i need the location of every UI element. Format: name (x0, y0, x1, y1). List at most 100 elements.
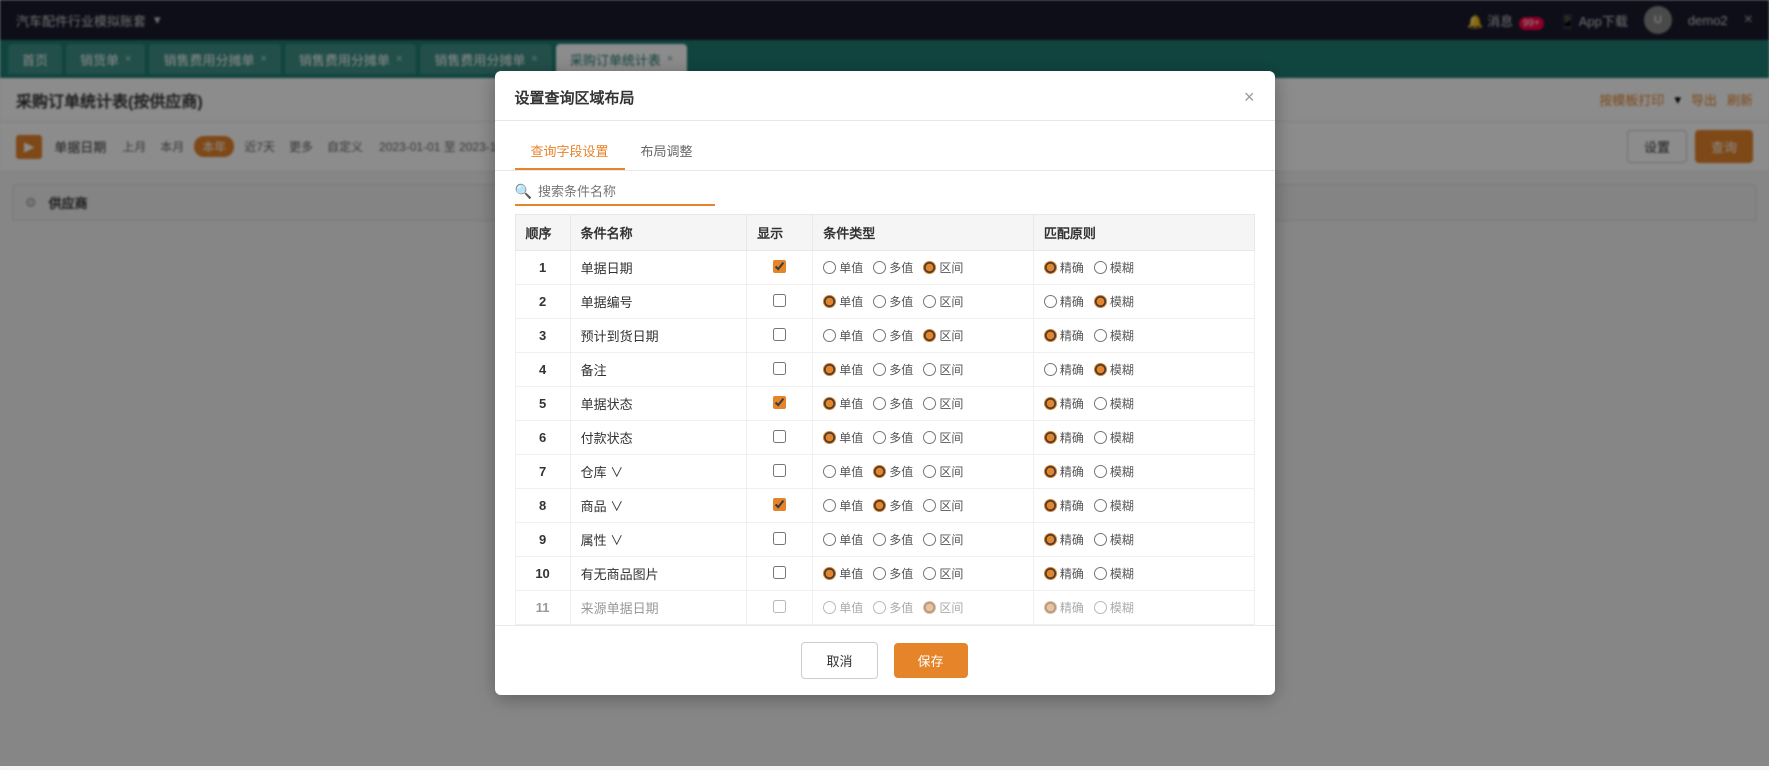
match-radio-group: 精确模糊 (1044, 361, 1244, 378)
radio-match-match_exact[interactable]: 精确 (1044, 531, 1084, 548)
display-checkbox[interactable] (773, 498, 786, 511)
radio-type-type_range[interactable]: 区间 (923, 531, 963, 548)
radio-type-type_multi[interactable]: 多值 (873, 429, 913, 446)
radio-type-type_multi[interactable]: 多值 (873, 293, 913, 310)
cell-match: 精确模糊 (1033, 557, 1254, 591)
save-button[interactable]: 保存 (894, 643, 968, 678)
radio-type-type_multi[interactable]: 多值 (873, 599, 913, 616)
cell-match: 精确模糊 (1033, 523, 1254, 557)
radio-type-type_range[interactable]: 区间 (923, 463, 963, 480)
radio-type-type_range[interactable]: 区间 (923, 599, 963, 616)
radio-type-type_range[interactable]: 区间 (923, 293, 963, 310)
dialog-close-button[interactable]: × (1244, 87, 1255, 108)
display-checkbox[interactable] (773, 294, 786, 307)
cell-type: 单值多值区间 (813, 421, 1034, 455)
cell-match: 精确模糊 (1033, 591, 1254, 625)
cell-order: 10 (515, 557, 570, 591)
display-checkbox[interactable] (773, 396, 786, 409)
cell-order: 6 (515, 421, 570, 455)
radio-type-type_single[interactable]: 单值 (823, 497, 863, 514)
radio-type-type_single[interactable]: 单值 (823, 327, 863, 344)
radio-match-match_exact[interactable]: 精确 (1044, 599, 1084, 616)
radio-match-match_fuzzy[interactable]: 模糊 (1094, 429, 1134, 446)
radio-match-match_exact[interactable]: 精确 (1044, 565, 1084, 582)
radio-type-type_range[interactable]: 区间 (923, 395, 963, 412)
radio-type-type_multi[interactable]: 多值 (873, 531, 913, 548)
table-row: 3预计到货日期单值多值区间精确模糊 (515, 319, 1254, 353)
radio-type-type_range[interactable]: 区间 (923, 497, 963, 514)
radio-match-match_exact[interactable]: 精确 (1044, 327, 1084, 344)
radio-type-type_single[interactable]: 单值 (823, 599, 863, 616)
display-checkbox[interactable] (773, 362, 786, 375)
radio-type-type_multi[interactable]: 多值 (873, 565, 913, 582)
radio-match-match_exact[interactable]: 精确 (1044, 497, 1084, 514)
cell-match: 精确模糊 (1033, 387, 1254, 421)
cell-name: 有无商品图片 (570, 557, 746, 591)
radio-match-match_fuzzy[interactable]: 模糊 (1094, 497, 1134, 514)
cell-type: 单值多值区间 (813, 591, 1034, 625)
radio-type-type_range[interactable]: 区间 (923, 361, 963, 378)
display-checkbox[interactable] (773, 260, 786, 273)
tab-query-fields[interactable]: 查询字段设置 (515, 133, 625, 170)
cell-order: 1 (515, 251, 570, 285)
radio-type-type_single[interactable]: 单值 (823, 259, 863, 276)
radio-type-type_range[interactable]: 区间 (923, 327, 963, 344)
search-input[interactable] (538, 184, 698, 199)
radio-match-match_fuzzy[interactable]: 模糊 (1094, 395, 1134, 412)
display-checkbox[interactable] (773, 566, 786, 579)
cell-type: 单值多值区间 (813, 455, 1034, 489)
display-checkbox[interactable] (773, 464, 786, 477)
radio-type-type_multi[interactable]: 多值 (873, 327, 913, 344)
radio-match-match_exact[interactable]: 精确 (1044, 463, 1084, 480)
radio-match-match_fuzzy[interactable]: 模糊 (1094, 259, 1134, 276)
radio-match-match_exact[interactable]: 精确 (1044, 429, 1084, 446)
radio-type-type_range[interactable]: 区间 (923, 259, 963, 276)
radio-type-type_single[interactable]: 单值 (823, 429, 863, 446)
cell-order: 9 (515, 523, 570, 557)
table-row: 1单据日期单值多值区间精确模糊 (515, 251, 1254, 285)
radio-type-type_single[interactable]: 单值 (823, 293, 863, 310)
cell-display (747, 455, 813, 489)
radio-type-type_range[interactable]: 区间 (923, 565, 963, 582)
radio-type-type_single[interactable]: 单值 (823, 361, 863, 378)
radio-match-match_fuzzy[interactable]: 模糊 (1094, 293, 1134, 310)
radio-match-match_exact[interactable]: 精确 (1044, 293, 1084, 310)
radio-type-type_multi[interactable]: 多值 (873, 259, 913, 276)
display-checkbox[interactable] (773, 328, 786, 341)
radio-match-match_fuzzy[interactable]: 模糊 (1094, 599, 1134, 616)
display-checkbox[interactable] (773, 430, 786, 443)
radio-match-match_exact[interactable]: 精确 (1044, 395, 1084, 412)
modal-overlay: 设置查询区域布局 × 查询字段设置 布局调整 🔍 顺序 (0, 0, 1769, 766)
dialog-header: 设置查询区域布局 × (495, 71, 1275, 121)
radio-match-match_fuzzy[interactable]: 模糊 (1094, 463, 1134, 480)
table-row: 5单据状态单值多值区间精确模糊 (515, 387, 1254, 421)
cell-type: 单值多值区间 (813, 353, 1034, 387)
radio-match-match_exact[interactable]: 精确 (1044, 361, 1084, 378)
radio-match-match_fuzzy[interactable]: 模糊 (1094, 565, 1134, 582)
radio-match-match_fuzzy[interactable]: 模糊 (1094, 327, 1134, 344)
radio-type-type_single[interactable]: 单值 (823, 395, 863, 412)
radio-type-type_multi[interactable]: 多值 (873, 361, 913, 378)
match-radio-group: 精确模糊 (1044, 395, 1244, 412)
radio-match-match_fuzzy[interactable]: 模糊 (1094, 531, 1134, 548)
radio-match-match_fuzzy[interactable]: 模糊 (1094, 361, 1134, 378)
tab-layout[interactable]: 布局调整 (625, 133, 709, 170)
radio-match-match_exact[interactable]: 精确 (1044, 259, 1084, 276)
radio-type-type_single[interactable]: 单值 (823, 463, 863, 480)
cell-order: 7 (515, 455, 570, 489)
display-checkbox[interactable] (773, 600, 786, 613)
type-radio-group: 单值多值区间 (823, 259, 1023, 276)
tab-query-fields-label: 查询字段设置 (531, 144, 609, 159)
th-name: 条件名称 (570, 215, 746, 251)
radio-type-type_single[interactable]: 单值 (823, 565, 863, 582)
radio-type-type_multi[interactable]: 多值 (873, 497, 913, 514)
match-radio-group: 精确模糊 (1044, 565, 1244, 582)
cancel-button[interactable]: 取消 (801, 642, 877, 679)
radio-type-type_range[interactable]: 区间 (923, 429, 963, 446)
radio-type-type_multi[interactable]: 多值 (873, 463, 913, 480)
match-radio-group: 精确模糊 (1044, 497, 1244, 514)
display-checkbox[interactable] (773, 532, 786, 545)
cell-name: 属性 ∨ (570, 523, 746, 557)
radio-type-type_single[interactable]: 单值 (823, 531, 863, 548)
radio-type-type_multi[interactable]: 多值 (873, 395, 913, 412)
